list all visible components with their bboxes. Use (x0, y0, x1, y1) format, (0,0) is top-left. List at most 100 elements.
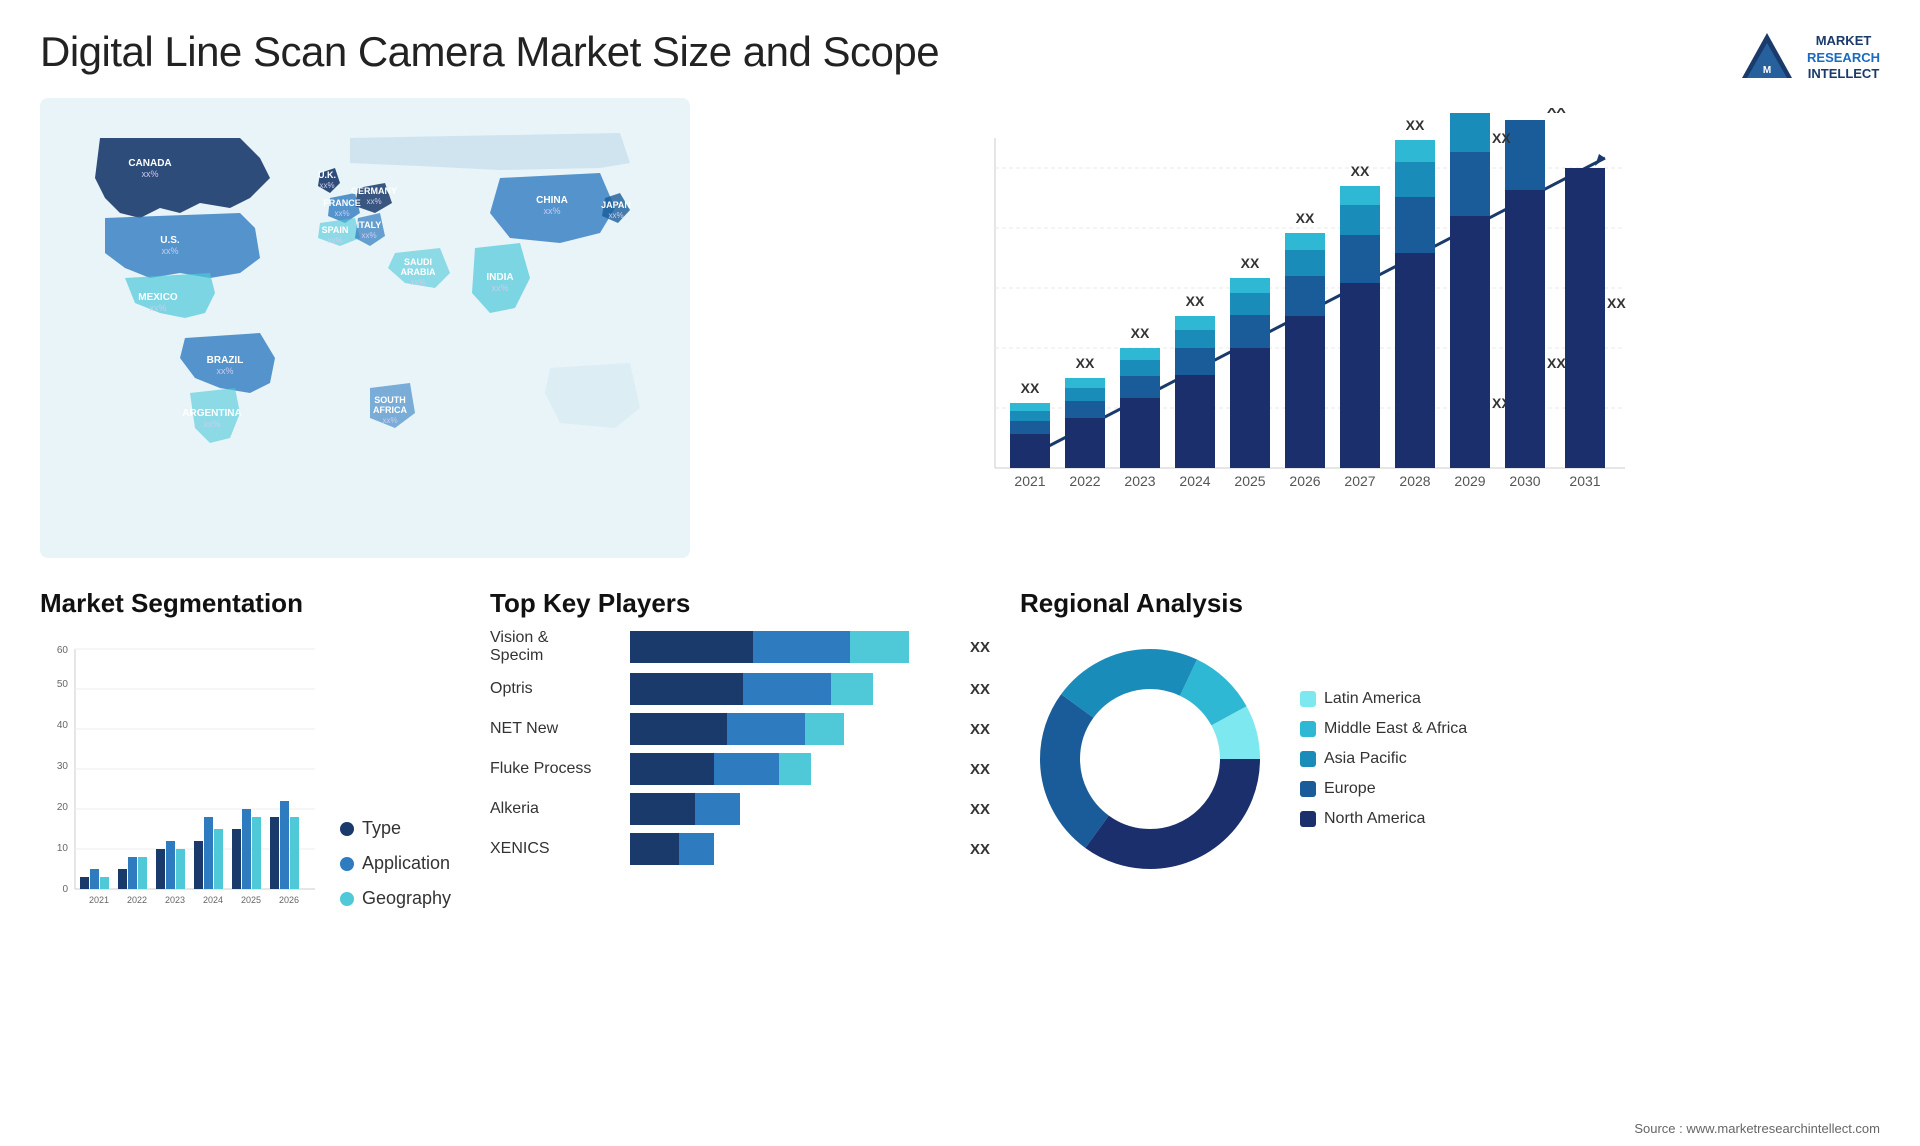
svg-text:60: 60 (57, 645, 69, 656)
svg-text:xx%: xx% (361, 231, 376, 240)
donut-color-na (1300, 811, 1316, 827)
regional-section: Regional Analysis (1020, 588, 1880, 1008)
player-name-optris: Optris (490, 680, 620, 698)
svg-text:40: 40 (57, 720, 69, 731)
svg-text:XX: XX (1131, 325, 1150, 341)
world-map-svg: CANADA xx% U.S. xx% MEXICO xx% BRAZIL xx… (40, 98, 690, 558)
bar-chart-section: XX 2021 XX 2022 XX 2023 (710, 98, 1880, 578)
map-container: CANADA xx% U.S. xx% MEXICO xx% BRAZIL xx… (40, 98, 690, 558)
seg-legend: Type Application Geography (340, 818, 451, 949)
regional-title: Regional Analysis (1020, 588, 1880, 619)
svg-text:2029: 2029 (1454, 473, 1485, 489)
svg-text:U.S.: U.S. (160, 235, 180, 246)
svg-text:XX: XX (1241, 255, 1260, 271)
svg-text:SOUTH: SOUTH (374, 395, 406, 405)
player-xx-net: XX (970, 721, 990, 738)
donut-legend: Latin America Middle East & Africa Asia … (1300, 690, 1467, 828)
svg-text:SPAIN: SPAIN (322, 225, 349, 235)
svg-text:20: 20 (57, 802, 69, 813)
donut-legend-europe: Europe (1300, 780, 1467, 798)
donut-wrapper: Latin America Middle East & Africa Asia … (1020, 629, 1880, 889)
logo-area: M MARKET RESEARCH INTELLECT (1737, 28, 1880, 88)
logo-icon: M (1737, 28, 1797, 88)
seg-chart-svg: 0 10 20 30 40 50 60 (40, 629, 320, 949)
svg-text:XX: XX (1296, 210, 1315, 226)
svg-text:2024: 2024 (1179, 473, 1210, 489)
svg-text:10: 10 (57, 843, 69, 854)
player-row-optris: Optris XX (490, 673, 990, 705)
svg-text:ITALY: ITALY (357, 220, 382, 230)
top-row: CANADA xx% U.S. xx% MEXICO xx% BRAZIL xx… (40, 98, 1880, 578)
svg-text:xx%: xx% (319, 181, 334, 190)
player-bar-optris (630, 673, 954, 705)
player-name-vision: Vision &Specim (490, 629, 620, 665)
player-row-alkeria: Alkeria XX (490, 793, 990, 825)
player-xx-xenics: XX (970, 841, 990, 858)
svg-text:xx%: xx% (410, 278, 425, 287)
svg-text:BRAZIL: BRAZIL (207, 355, 244, 366)
svg-text:xx%: xx% (491, 283, 508, 293)
donut-legend-apac: Asia Pacific (1300, 750, 1467, 768)
seg-chart-wrapper: 0 10 20 30 40 50 60 (40, 629, 460, 949)
player-bar-alkeria (630, 793, 954, 825)
legend-item-application: Application (340, 853, 451, 874)
legend-dot-geography (340, 892, 354, 906)
svg-text:2028: 2028 (1399, 473, 1430, 489)
donut-color-latin (1300, 691, 1316, 707)
logo-text: MARKET RESEARCH INTELLECT (1807, 33, 1880, 84)
svg-text:XX: XX (1076, 355, 1095, 371)
svg-text:2021: 2021 (89, 895, 109, 905)
player-name-net: NET New (490, 720, 620, 738)
legend-item-type: Type (340, 818, 451, 839)
svg-text:2022: 2022 (127, 895, 147, 905)
svg-text:2023: 2023 (1124, 473, 1155, 489)
player-bar-fluke (630, 753, 954, 785)
header: Digital Line Scan Camera Market Size and… (0, 0, 1920, 98)
svg-text:2026: 2026 (279, 895, 299, 905)
player-bar-vision (630, 631, 954, 663)
segmentation-title: Market Segmentation (40, 588, 460, 619)
svg-text:JAPAN: JAPAN (601, 200, 631, 210)
svg-text:xx%: xx% (203, 419, 220, 429)
svg-text:ARGENTINA: ARGENTINA (182, 408, 241, 419)
svg-text:CANADA: CANADA (128, 158, 171, 169)
svg-text:xx%: xx% (216, 366, 233, 376)
svg-text:xx%: xx% (141, 169, 158, 179)
svg-text:2023: 2023 (165, 895, 185, 905)
donut-chart-svg (1020, 629, 1280, 889)
main-content: CANADA xx% U.S. xx% MEXICO xx% BRAZIL xx… (0, 98, 1920, 1008)
svg-text:2030: 2030 (1509, 473, 1540, 489)
player-name-fluke: Fluke Process (490, 760, 620, 778)
svg-text:INDIA: INDIA (486, 272, 513, 283)
player-name-alkeria: Alkeria (490, 800, 620, 818)
player-row-xenics: XENICS XX (490, 833, 990, 865)
donut-color-mea (1300, 721, 1316, 737)
donut-legend-na: North America (1300, 810, 1467, 828)
svg-text:xx%: xx% (382, 416, 397, 425)
svg-text:XX: XX (1547, 355, 1566, 371)
player-row-fluke: Fluke Process XX (490, 753, 990, 785)
svg-text:xx%: xx% (608, 211, 623, 220)
svg-text:50: 50 (57, 679, 69, 690)
bottom-row: Market Segmentation 0 10 20 30 40 50 60 (40, 588, 1880, 1008)
svg-text:GERMANY: GERMANY (351, 186, 397, 196)
segmentation-section: Market Segmentation 0 10 20 30 40 50 60 (40, 588, 460, 1008)
key-players-title: Top Key Players (490, 588, 990, 619)
svg-text:xx%: xx% (543, 206, 560, 216)
bar-chart-svg: XX 2021 XX 2022 XX 2023 (730, 108, 1860, 548)
svg-text:FRANCE: FRANCE (323, 198, 361, 208)
key-players-section: Top Key Players Vision &Specim XX Optris (490, 588, 990, 1008)
svg-text:ARABIA: ARABIA (401, 267, 436, 277)
svg-text:XX: XX (1021, 380, 1040, 396)
svg-text:xx%: xx% (334, 209, 349, 218)
page-title: Digital Line Scan Camera Market Size and… (40, 28, 939, 76)
svg-text:XX: XX (1186, 293, 1205, 309)
svg-text:XX: XX (1351, 163, 1370, 179)
svg-text:0: 0 (62, 884, 68, 895)
svg-text:XX: XX (1547, 108, 1566, 116)
svg-text:2026: 2026 (1289, 473, 1320, 489)
player-row-net: NET New XX (490, 713, 990, 745)
svg-text:AFRICA: AFRICA (373, 405, 407, 415)
player-xx-fluke: XX (970, 761, 990, 778)
svg-text:2025: 2025 (241, 895, 261, 905)
